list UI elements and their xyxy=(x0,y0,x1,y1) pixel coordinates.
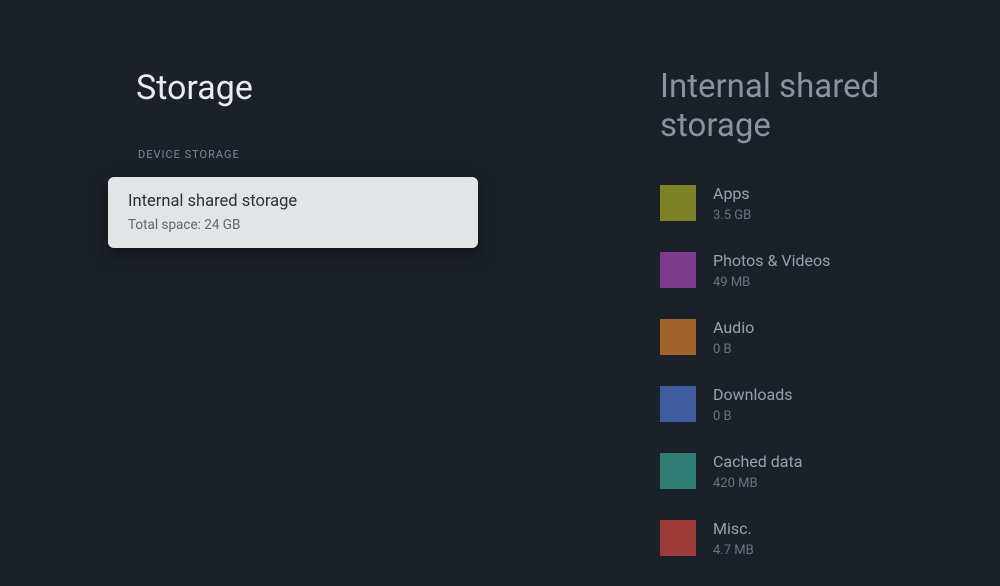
category-name: Audio xyxy=(713,318,754,337)
category-name: Photos & Videos xyxy=(713,251,830,270)
storage-category-row[interactable]: Downloads 0 B xyxy=(660,385,980,424)
category-text: Cached data 420 MB xyxy=(713,452,802,491)
category-size: 420 MB xyxy=(713,476,802,491)
storage-categories-list: Apps3.5 GBPhotos & Videos49 MBAudio0 BDo… xyxy=(660,184,980,558)
category-name: Downloads xyxy=(713,385,792,404)
category-text: Audio 0 B xyxy=(713,318,754,357)
page-title: Storage xyxy=(136,68,560,108)
internal-storage-card[interactable]: Internal shared storage Total space: 24 … xyxy=(108,177,478,248)
category-name: Apps xyxy=(713,184,751,203)
category-color-swatch xyxy=(660,185,696,221)
category-name: Misc. xyxy=(713,519,754,538)
category-size: 4.7 MB xyxy=(713,543,754,558)
storage-category-row[interactable]: Apps 3.5 GB xyxy=(660,184,980,223)
storage-category-row[interactable]: Audio 0 B xyxy=(660,318,980,357)
category-color-swatch xyxy=(660,386,696,422)
category-size: 0 B xyxy=(713,409,792,424)
category-color-swatch xyxy=(660,453,696,489)
category-text: Apps 3.5 GB xyxy=(713,184,751,223)
detail-title: Internal shared storage xyxy=(660,68,980,146)
storage-card-title: Internal shared storage xyxy=(128,192,458,211)
right-panel: Internal shared storage Apps 3.5 GB Photos… xyxy=(660,68,980,586)
category-color-swatch xyxy=(660,252,696,288)
category-name: Cached data xyxy=(713,452,802,471)
category-text: Downloads 0 B xyxy=(713,385,792,424)
category-color-swatch xyxy=(660,520,696,556)
category-size: 3.5 GB xyxy=(713,208,751,223)
storage-category-row[interactable]: Photos & Videos 49 MB xyxy=(660,251,980,290)
storage-card-subtitle: Total space: 24 GB xyxy=(128,217,458,233)
category-text: Misc. 4.7 MB xyxy=(713,519,754,558)
left-panel: Storage DEVICE STORAGE Internal shared s… xyxy=(0,0,560,248)
storage-category-row[interactable]: Misc. 4.7 MB xyxy=(660,519,980,558)
section-label-device-storage: DEVICE STORAGE xyxy=(138,148,560,161)
category-text: Photos & Videos 49 MB xyxy=(713,251,830,290)
category-size: 0 B xyxy=(713,342,754,357)
category-size: 49 MB xyxy=(713,275,830,290)
storage-category-row[interactable]: Cached data 420 MB xyxy=(660,452,980,491)
category-color-swatch xyxy=(660,319,696,355)
